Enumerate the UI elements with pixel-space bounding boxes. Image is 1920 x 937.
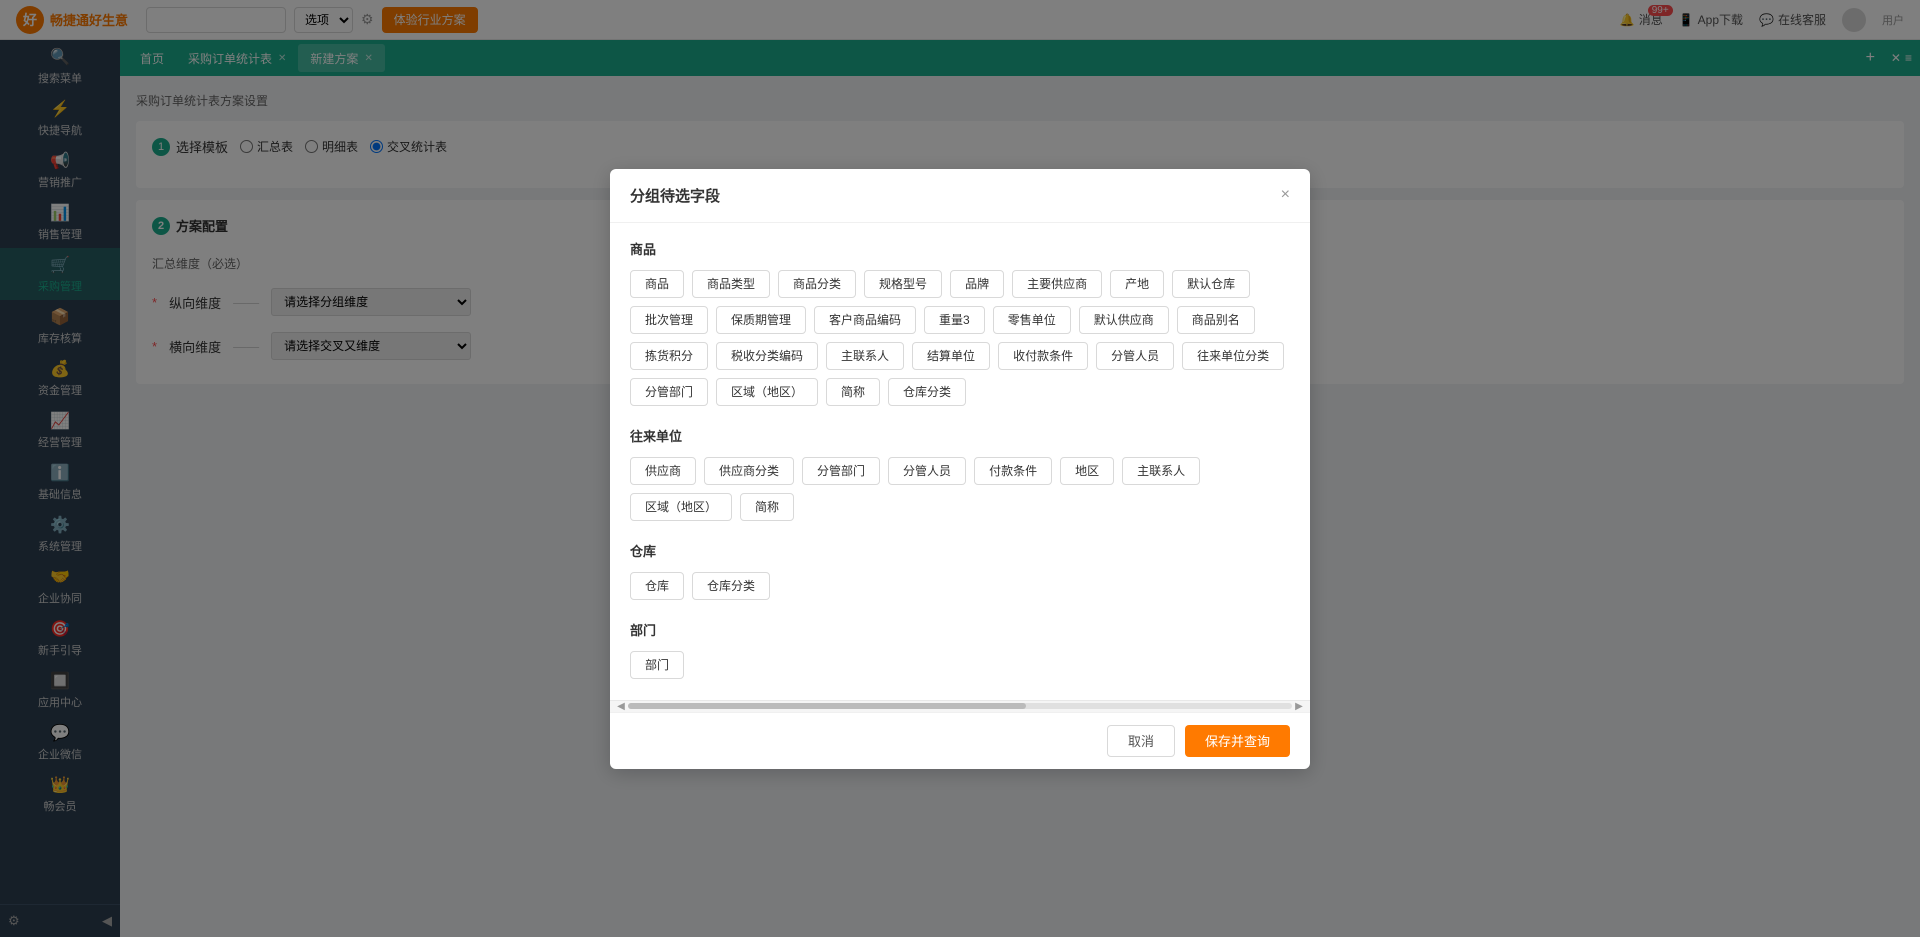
field-tag[interactable]: 付款条件 — [974, 457, 1052, 485]
field-tag[interactable]: 仓库分类 — [888, 378, 966, 406]
group-title-partner: 往来单位 — [630, 426, 1290, 445]
field-group-product: 商品 商品 商品类型 商品分类 规格型号 品牌 主要供应商 产地 默认仓库 批次… — [630, 239, 1290, 406]
field-tag[interactable]: 商品别名 — [1177, 306, 1255, 334]
dialog-bottom-scroll: ◀ ▶ — [610, 700, 1310, 712]
field-tag[interactable]: 主要供应商 — [1012, 270, 1102, 298]
field-select-dialog: 分组待选字段 × 商品 商品 商品类型 商品分类 规格型号 品牌 主要供应商 产… — [610, 169, 1310, 769]
dialog-cancel-btn[interactable]: 取消 — [1107, 725, 1175, 757]
field-tag[interactable]: 区域（地区） — [716, 378, 818, 406]
field-tag[interactable]: 品牌 — [950, 270, 1004, 298]
group-title-warehouse: 仓库 — [630, 541, 1290, 560]
field-tag[interactable]: 供应商分类 — [704, 457, 794, 485]
field-tag[interactable]: 主联系人 — [1122, 457, 1200, 485]
field-tag[interactable]: 分管部门 — [802, 457, 880, 485]
field-tag[interactable]: 规格型号 — [864, 270, 942, 298]
field-tag[interactable]: 地区 — [1060, 457, 1114, 485]
field-tag[interactable]: 商品分类 — [778, 270, 856, 298]
field-tag[interactable]: 商品类型 — [692, 270, 770, 298]
field-tag[interactable]: 拣货积分 — [630, 342, 708, 370]
field-tag[interactable]: 商品 — [630, 270, 684, 298]
field-tag[interactable]: 仓库分类 — [692, 572, 770, 600]
dialog-close-btn[interactable]: × — [1281, 186, 1290, 204]
field-tag[interactable]: 保质期管理 — [716, 306, 806, 334]
field-tag[interactable]: 分管人员 — [888, 457, 966, 485]
dialog-body: 商品 商品 商品类型 商品分类 规格型号 品牌 主要供应商 产地 默认仓库 批次… — [610, 223, 1310, 700]
scroll-left-btn[interactable]: ◀ — [614, 701, 628, 712]
partner-fields: 供应商 供应商分类 分管部门 分管人员 付款条件 地区 主联系人 区域（地区） … — [630, 457, 1290, 521]
field-tag[interactable]: 供应商 — [630, 457, 696, 485]
field-tag[interactable]: 简称 — [740, 493, 794, 521]
field-tag[interactable]: 分管人员 — [1096, 342, 1174, 370]
field-tag[interactable]: 客户商品编码 — [814, 306, 916, 334]
dialog-footer: 取消 保存并查询 — [610, 712, 1310, 769]
warehouse-fields: 仓库 仓库分类 — [630, 572, 1290, 600]
field-tag[interactable]: 产地 — [1110, 270, 1164, 298]
scroll-track — [628, 703, 1292, 709]
dialog-header: 分组待选字段 × — [610, 169, 1310, 223]
field-group-department: 部门 部门 — [630, 620, 1290, 679]
department-fields: 部门 — [630, 651, 1290, 679]
field-tag[interactable]: 简称 — [826, 378, 880, 406]
dialog-save-btn[interactable]: 保存并查询 — [1185, 725, 1290, 757]
group-title-product: 商品 — [630, 239, 1290, 258]
field-tag[interactable]: 收付款条件 — [998, 342, 1088, 370]
field-tag[interactable]: 零售单位 — [993, 306, 1071, 334]
field-tag[interactable]: 默认仓库 — [1172, 270, 1250, 298]
field-tag[interactable]: 部门 — [630, 651, 684, 679]
field-tag[interactable]: 税收分类编码 — [716, 342, 818, 370]
dialog-title: 分组待选字段 — [630, 185, 720, 206]
field-tag[interactable]: 区域（地区） — [630, 493, 732, 521]
product-fields: 商品 商品类型 商品分类 规格型号 品牌 主要供应商 产地 默认仓库 批次管理 … — [630, 270, 1290, 406]
field-group-partner: 往来单位 供应商 供应商分类 分管部门 分管人员 付款条件 地区 主联系人 区域… — [630, 426, 1290, 521]
scroll-right-btn[interactable]: ▶ — [1292, 701, 1306, 712]
field-tag[interactable]: 分管部门 — [630, 378, 708, 406]
field-tag[interactable]: 往来单位分类 — [1182, 342, 1284, 370]
field-tag[interactable]: 结算单位 — [912, 342, 990, 370]
field-tag[interactable]: 仓库 — [630, 572, 684, 600]
field-tag[interactable]: 重量3 — [924, 306, 985, 334]
field-tag[interactable]: 批次管理 — [630, 306, 708, 334]
field-group-warehouse: 仓库 仓库 仓库分类 — [630, 541, 1290, 600]
field-tag[interactable]: 默认供应商 — [1079, 306, 1169, 334]
field-tag[interactable]: 主联系人 — [826, 342, 904, 370]
group-title-department: 部门 — [630, 620, 1290, 639]
scroll-thumb — [628, 703, 1026, 709]
